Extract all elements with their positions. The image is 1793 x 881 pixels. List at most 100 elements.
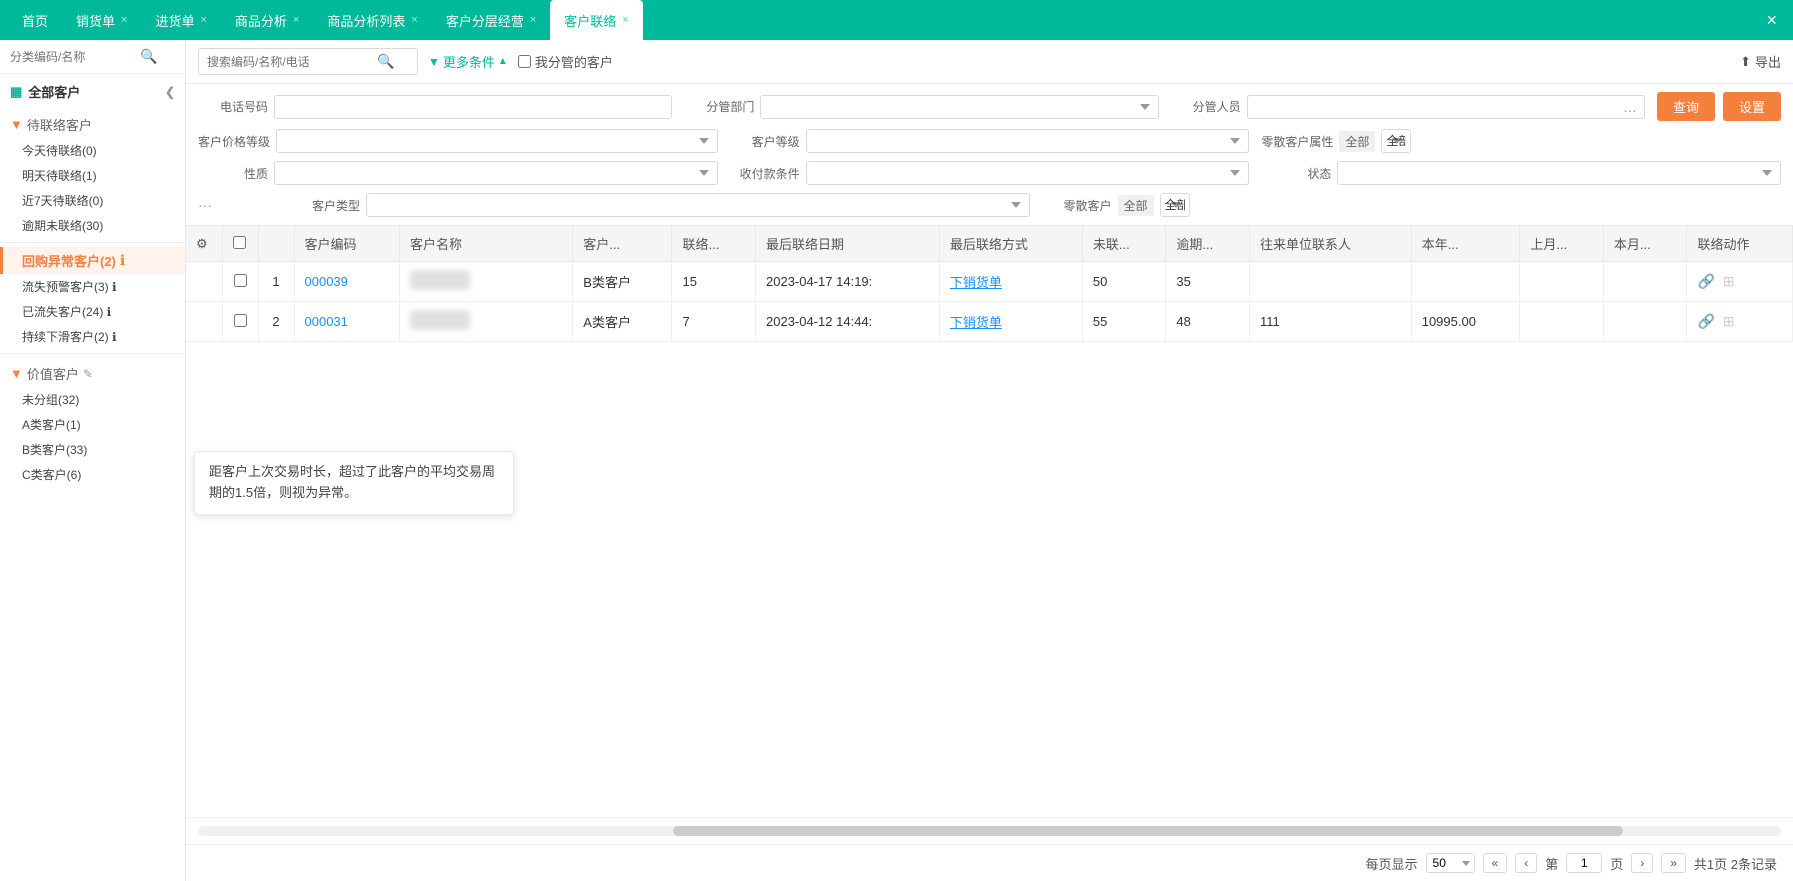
nav-purchase-order-close[interactable]: ×	[200, 14, 206, 26]
row-last-method-1[interactable]: 下销货单	[939, 302, 1082, 342]
nav-customer-tier[interactable]: 客户分层经营 ×	[432, 0, 550, 40]
sidebar-item-class-b[interactable]: B类客户(33)	[0, 437, 185, 462]
payment-label: 收付款条件	[730, 165, 800, 182]
action-link-icon-0[interactable]: 🔗	[1697, 273, 1714, 290]
more-conditions-btn[interactable]: ▼ 更多条件 ▲	[428, 52, 508, 71]
nav-home[interactable]: 首页	[8, 0, 62, 40]
sidebar-collapse-icon[interactable]: ❮	[165, 85, 175, 99]
sidebar-item-tomorrow[interactable]: 明天待联络(1)	[0, 163, 185, 188]
scrollbar-thumb[interactable]	[673, 826, 1623, 836]
nav-product-analysis-list-close[interactable]: ×	[411, 14, 417, 26]
last-page-btn[interactable]: »	[1661, 853, 1686, 873]
row-name-1	[399, 302, 572, 342]
main-layout: 🔍 ▦ 全部客户 ❮ ▼ 待联络客户 今天待联络(0) 明天待联络(1) 近7天…	[0, 40, 1793, 881]
ellipsis-btn-2[interactable]: ···	[198, 197, 212, 213]
customer-level-select[interactable]	[806, 129, 1250, 153]
sidebar-item-lost[interactable]: 已流失客户(24) ℹ	[0, 299, 185, 324]
window-close-button[interactable]: ×	[1758, 10, 1785, 31]
settings-button[interactable]: 设置	[1723, 92, 1781, 121]
filter-field-ellipsis: ···	[198, 197, 278, 213]
first-page-btn[interactable]: «	[1483, 853, 1508, 873]
sidebar-item-class-a[interactable]: A类客户(1)	[0, 412, 185, 437]
query-button[interactable]: 查询	[1657, 92, 1715, 121]
price-level-label: 客户价格等级	[198, 133, 270, 150]
row-checkbox-0[interactable]	[222, 262, 258, 302]
sidebar-group-pending[interactable]: ▼ 待联络客户	[0, 109, 185, 138]
search-icon[interactable]: 🔍	[377, 53, 394, 70]
row-last-method-0[interactable]: 下销货单	[939, 262, 1082, 302]
phone-input[interactable]	[274, 95, 672, 119]
nav-customer-contact[interactable]: 客户联络 ×	[550, 0, 642, 40]
customer-type-select[interactable]	[366, 193, 1030, 217]
nature-select[interactable]	[274, 161, 718, 185]
nature-label: 性质	[198, 165, 268, 182]
row-last-month-0	[1520, 262, 1604, 302]
row-name-0	[399, 262, 572, 302]
sidebar-item-7days[interactable]: 近7天待联络(0)	[0, 188, 185, 213]
retail-attr-select[interactable]: 全部	[1381, 129, 1411, 153]
nav-product-analysis-close[interactable]: ×	[293, 14, 299, 26]
payment-select[interactable]	[806, 161, 1250, 185]
next-page-btn[interactable]: ›	[1631, 853, 1653, 873]
export-icon: ⬆	[1740, 54, 1751, 70]
phone-label: 电话号码	[198, 98, 268, 115]
chevron-up-icon: ▲	[498, 56, 508, 67]
sidebar-item-today[interactable]: 今天待联络(0)	[0, 138, 185, 163]
action-grid-icon-0[interactable]: ⊞	[1723, 273, 1735, 290]
status-select[interactable]	[1337, 161, 1781, 185]
row-last-date-0: 2023-04-17 14:19:	[756, 262, 940, 302]
nav-customer-contact-close[interactable]: ×	[622, 14, 628, 26]
action-link-icon-1[interactable]: 🔗	[1697, 313, 1714, 330]
customer-level-label: 客户等级	[730, 133, 800, 150]
sidebar-item-class-c[interactable]: C类客户(6)	[0, 462, 185, 487]
my-customers-checkbox[interactable]	[518, 55, 531, 68]
export-button[interactable]: ⬆ 导出	[1740, 52, 1781, 71]
nav-purchase-order[interactable]: 进货单 ×	[141, 0, 220, 40]
my-customers-checkbox-area[interactable]: 我分管的客户	[518, 52, 613, 71]
sidebar-item-loss-warning[interactable]: 流失预警客户(3) ℹ	[0, 274, 185, 299]
row-not-contact-1: 55	[1082, 302, 1166, 342]
person-input[interactable]	[1247, 95, 1645, 119]
nav-customer-tier-close[interactable]: ×	[530, 14, 536, 26]
th-contact-person: 往来单位联系人	[1249, 226, 1411, 262]
page-size-select[interactable]: 50 100 200	[1426, 853, 1475, 873]
row-code-1[interactable]: 000031	[294, 302, 399, 342]
search-input[interactable]	[207, 55, 377, 69]
dept-select[interactable]	[760, 95, 1158, 119]
row-this-year-1: 10995.00	[1411, 302, 1520, 342]
nav-product-analysis[interactable]: 商品分析 ×	[221, 0, 313, 40]
data-table: ⚙ 客户编码 客户名称 客户...	[186, 226, 1793, 342]
th-settings[interactable]: ⚙	[186, 226, 222, 262]
page-number-input[interactable]	[1566, 853, 1602, 873]
sidebar-search-icon[interactable]: 🔍	[140, 48, 157, 65]
sidebar-search-area: 🔍	[0, 40, 185, 74]
sidebar-search-input[interactable]	[10, 50, 140, 64]
retail-customer-select[interactable]: 全部	[1160, 193, 1190, 217]
per-page-label: 每页显示	[1366, 854, 1418, 873]
prev-page-btn[interactable]: ‹	[1515, 853, 1537, 873]
horizontal-scrollbar[interactable]	[198, 826, 1781, 836]
sidebar-item-declining[interactable]: 持续下滑客户(2) ℹ	[0, 324, 185, 349]
select-all-checkbox[interactable]	[233, 236, 246, 249]
action-grid-icon-1[interactable]: ⊞	[1723, 313, 1735, 330]
filter-field-retail-customer: 零散客户 全部 全部	[1042, 193, 1782, 217]
sidebar-item-repurchase-abnormal[interactable]: 回购异常客户(2) ℹ	[0, 247, 185, 274]
filter-field-payment: 收付款条件	[730, 161, 1250, 185]
page-end-label: 页	[1610, 854, 1623, 873]
row-code-0[interactable]: 000039	[294, 262, 399, 302]
sidebar-item-overdue[interactable]: 逾期未联络(30)	[0, 213, 185, 238]
filter-field-retail-attr: 零散客户属性 全部 全部	[1261, 129, 1781, 153]
nav-sales-order[interactable]: 销货单 ×	[62, 0, 141, 40]
table-area: 距客户上次交易时长，超过了此客户的平均交易周期的1.5倍，则视为异常。 ⚙ 客户…	[186, 226, 1793, 817]
row-not-contact-0: 50	[1082, 262, 1166, 302]
sidebar-all-customers[interactable]: ▦ 全部客户 ❮	[0, 74, 185, 109]
row-overdue-0: 35	[1166, 262, 1250, 302]
nav-product-analysis-list[interactable]: 商品分析列表 ×	[313, 0, 431, 40]
nav-sales-order-close[interactable]: ×	[121, 14, 127, 26]
price-level-select[interactable]	[276, 129, 718, 153]
sidebar-item-ungrouped[interactable]: 未分组(32)	[0, 387, 185, 412]
ellipsis-icon[interactable]: …	[1623, 99, 1637, 115]
sidebar-group-value[interactable]: ▼ 价值客户 ✎	[0, 358, 185, 387]
edit-icon[interactable]: ✎	[83, 367, 93, 381]
row-checkbox-1[interactable]	[222, 302, 258, 342]
